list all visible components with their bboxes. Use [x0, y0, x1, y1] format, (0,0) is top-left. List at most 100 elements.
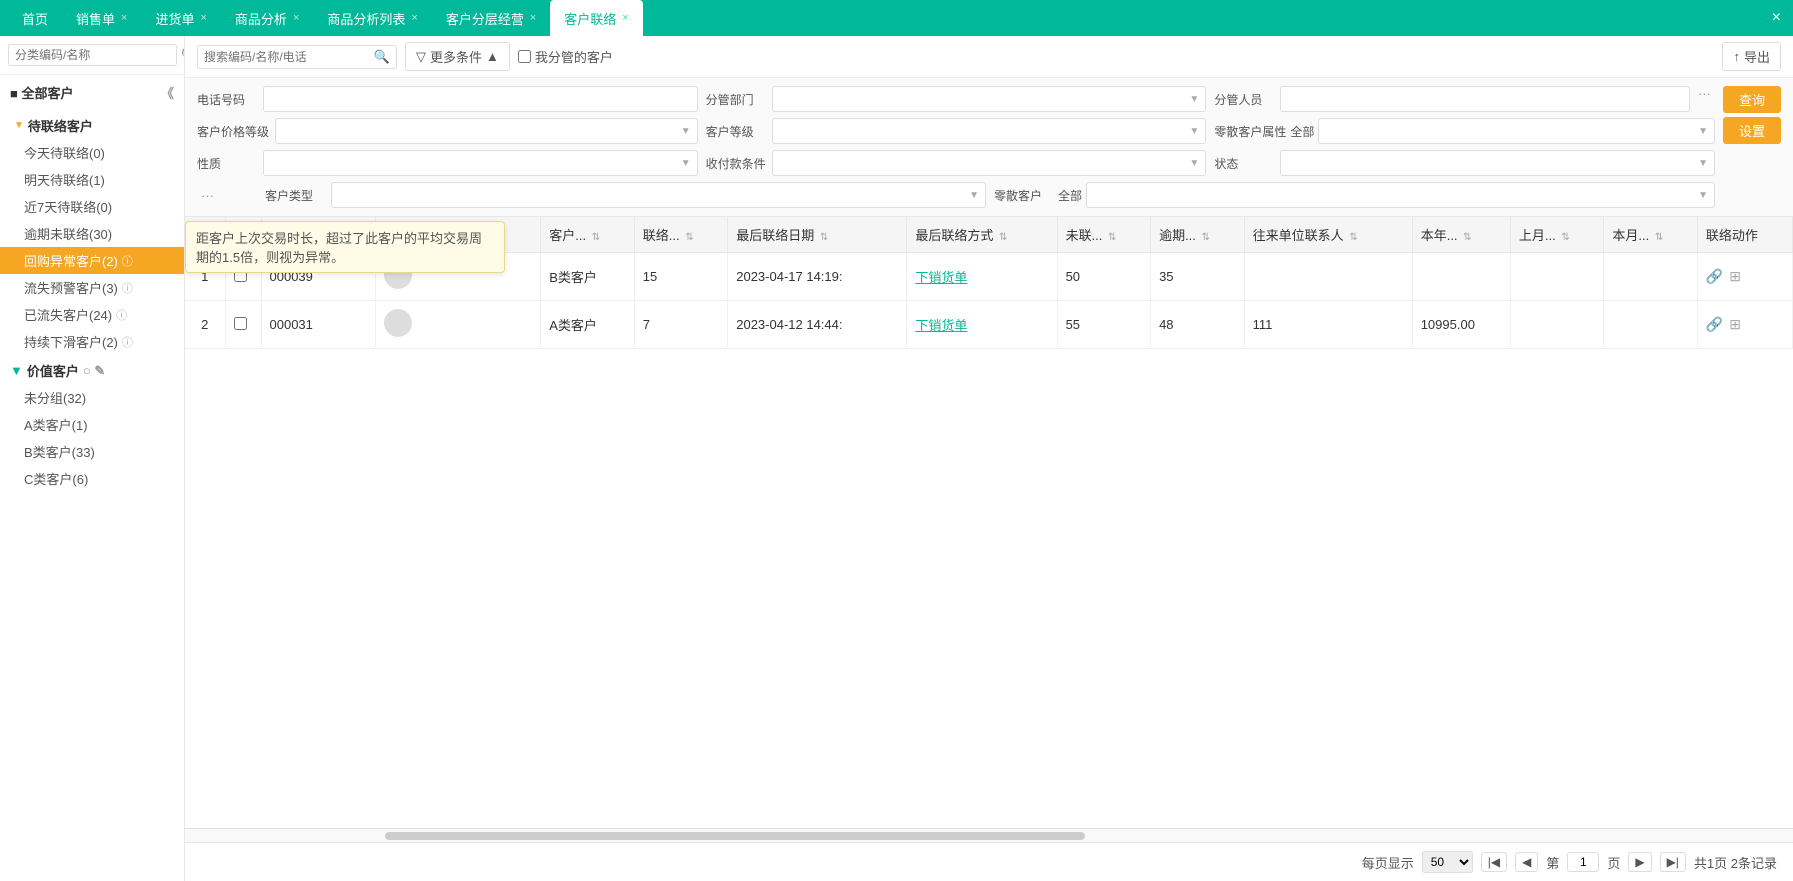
col-customer-type[interactable]: 客户... ⇅ [541, 217, 635, 253]
nav-home[interactable]: 首页 [8, 0, 62, 36]
sidebar-item-declining[interactable]: 持续下滑客户(2) ⓘ [0, 328, 184, 355]
close-purchase-order-icon[interactable]: × [200, 12, 206, 24]
scrollbar-thumb[interactable] [385, 832, 1085, 840]
row-contact-person-2: 111 [1244, 301, 1412, 349]
last-page-button[interactable]: ▶| [1660, 852, 1686, 872]
table-container: 距客户上次交易时长，超过了此客户的平均交易周期的1.5倍，则视为异常。 # 客户… [185, 217, 1793, 828]
row-contact-count-2: 7 [634, 301, 728, 349]
export-button[interactable]: ↑ 导出 [1722, 42, 1781, 71]
price-level-select[interactable]: ▼ [275, 118, 698, 144]
close-customer-layered-icon[interactable]: × [530, 12, 536, 24]
value-customers-title[interactable]: ▼ 价值客户 ○ ✎ [0, 355, 184, 384]
sidebar-item-7days[interactable]: 近7天待联络(0) [0, 193, 184, 220]
col-this-year[interactable]: 本年... ⇅ [1412, 217, 1510, 253]
retail-customer-select[interactable]: ▼ [1086, 182, 1715, 208]
table-row: 2 000031 A类客户 7 2023-04-12 14:44: 下销货单 5… [185, 301, 1793, 349]
payment-select[interactable]: ▼ [772, 150, 1207, 176]
settings-button[interactable]: 设置 [1723, 117, 1781, 144]
sort-icon-last-date: ⇅ [820, 232, 828, 243]
waiting-contact-title[interactable]: ▼ 待联络客户 [0, 110, 184, 139]
my-customers-checkbox[interactable] [518, 50, 531, 63]
col-last-month[interactable]: 上月... ⇅ [1510, 217, 1604, 253]
sidebar-item-churn-warning[interactable]: 流失预警客户(3) ⓘ [0, 274, 184, 301]
row-last-method-1[interactable]: 下销货单 [907, 253, 1057, 301]
action-more-icon-2[interactable]: ⊞ [1729, 316, 1741, 333]
dept-label: 分管部门 [706, 91, 766, 108]
sidebar-item-repurchase-anomaly[interactable]: 回购异常客户(2) ⓘ [0, 247, 184, 274]
sidebar-item-b-class[interactable]: B类客户(33) [0, 438, 184, 465]
nav-customer-layered[interactable]: 客户分层经营 × [432, 0, 550, 36]
sidebar-item-tomorrow[interactable]: 明天待联络(1) [0, 166, 184, 193]
nav-purchase-order[interactable]: 进货单 × [141, 0, 220, 36]
sort-icon-last-month: ⇅ [1561, 232, 1569, 243]
horizontal-scrollbar[interactable] [185, 828, 1793, 842]
nav-customer-contact[interactable]: 客户联络 × [550, 0, 642, 36]
nav-product-analysis[interactable]: 商品分析 × [221, 0, 313, 36]
next-page-button[interactable]: ▶ [1628, 852, 1651, 872]
more-conditions-button[interactable]: ▽ 更多条件 ▲ [405, 42, 510, 71]
more-dots-btn[interactable]: ··· [197, 188, 218, 203]
customer-grade-select[interactable]: ▼ [772, 118, 1207, 144]
col-this-month[interactable]: 本月... ⇅ [1604, 217, 1698, 253]
price-group-edit-icon[interactable]: ○ ✎ [83, 363, 105, 379]
col-last-contact-method[interactable]: 最后联络方式 ⇅ [907, 217, 1057, 253]
all-customers-header[interactable]: ■ 全部客户 《 [0, 75, 184, 110]
sort-icon-unlisted: ⇅ [1108, 232, 1116, 243]
sidebar-item-today[interactable]: 今天待联络(0) [0, 139, 184, 166]
query-button[interactable]: 查询 [1723, 86, 1781, 113]
person-more-dots[interactable]: ··· [1694, 86, 1715, 112]
action-more-icon-1[interactable]: ⊞ [1729, 268, 1741, 285]
filter-row-3: 性质 ▼ 收付款条件 ▼ 状态 [197, 150, 1715, 176]
col-last-contact-date[interactable]: 最后联络日期 ⇅ [728, 217, 907, 253]
info-icon-churn-warning: ⓘ [122, 280, 133, 296]
row-2-checkbox[interactable] [234, 317, 247, 330]
prev-page-button[interactable]: ◀ [1515, 852, 1538, 872]
col-contact[interactable]: 联络... ⇅ [634, 217, 728, 253]
first-page-button[interactable]: |◀ [1481, 852, 1507, 872]
close-customer-contact-icon[interactable]: × [622, 12, 628, 24]
action-link-icon-1[interactable]: 🔗 [1706, 268, 1723, 285]
page-input[interactable] [1567, 852, 1599, 872]
row-last-method-2[interactable]: 下销货单 [907, 301, 1057, 349]
person-input[interactable] [1280, 86, 1690, 112]
sort-icon-customer-type: ⇅ [592, 232, 600, 243]
search-input[interactable] [204, 50, 374, 64]
action-link-icon-2[interactable]: 🔗 [1706, 316, 1723, 333]
nature-select[interactable]: ▼ [263, 150, 698, 176]
sidebar-item-a-class[interactable]: A类客户(1) [0, 411, 184, 438]
filter-action-buttons: 查询 设置 [1723, 86, 1781, 144]
status-select[interactable]: ▼ [1280, 150, 1715, 176]
nav-sales-order[interactable]: 销售单 × [62, 0, 141, 36]
row-name-2 [375, 301, 540, 349]
col-unlisted[interactable]: 未联... ⇅ [1057, 217, 1151, 253]
col-action: 联络动作 [1697, 217, 1792, 253]
close-product-analysis-list-icon[interactable]: × [411, 12, 417, 24]
sidebar-item-overdue[interactable]: 逾期未联络(30) [0, 220, 184, 247]
sort-icon-contact-person: ⇅ [1349, 232, 1357, 243]
customer-type-select[interactable]: ▼ [331, 182, 986, 208]
sidebar-search-input[interactable] [8, 44, 177, 66]
retail-attr-select[interactable]: ▼ [1318, 118, 1715, 144]
col-overdue[interactable]: 逾期... ⇅ [1151, 217, 1245, 253]
per-page-select[interactable]: 50 20 100 [1422, 851, 1473, 873]
filter-field-customer-grade: 客户等级 ▼ [706, 118, 1207, 144]
dept-select[interactable]: ▼ [772, 86, 1207, 112]
sidebar-item-ungroup[interactable]: 未分组(32) [0, 384, 184, 411]
sidebar-item-c-class[interactable]: C类客户(6) [0, 465, 184, 492]
waiting-contact-section: ▼ 待联络客户 今天待联络(0) 明天待联络(1) 近7天待联络(0) 逾期未联… [0, 110, 184, 247]
close-sales-order-icon[interactable]: × [121, 12, 127, 24]
phone-input[interactable] [263, 86, 698, 112]
nav-product-analysis-list[interactable]: 商品分析列表 × [313, 0, 431, 36]
sidebar-collapse-icon[interactable]: 《 [161, 83, 174, 102]
filter-icon: ▽ [416, 49, 426, 65]
my-customers-checkbox-label[interactable]: 我分管的客户 [518, 47, 613, 66]
row-checkbox-2 [225, 301, 261, 349]
search-icon[interactable]: 🔍 [374, 49, 390, 65]
sidebar-item-churned[interactable]: 已流失客户(24) ⓘ [0, 301, 184, 328]
filter-bar: 🔍 ▽ 更多条件 ▲ 我分管的客户 ↑ 导出 [185, 36, 1793, 78]
sort-icon-overdue: ⇅ [1202, 232, 1210, 243]
window-close-button[interactable]: × [1772, 9, 1781, 27]
col-contact-person[interactable]: 往来单位联系人 ⇅ [1244, 217, 1412, 253]
row-code-2: 000031 [261, 301, 375, 349]
close-product-analysis-icon[interactable]: × [293, 12, 299, 24]
